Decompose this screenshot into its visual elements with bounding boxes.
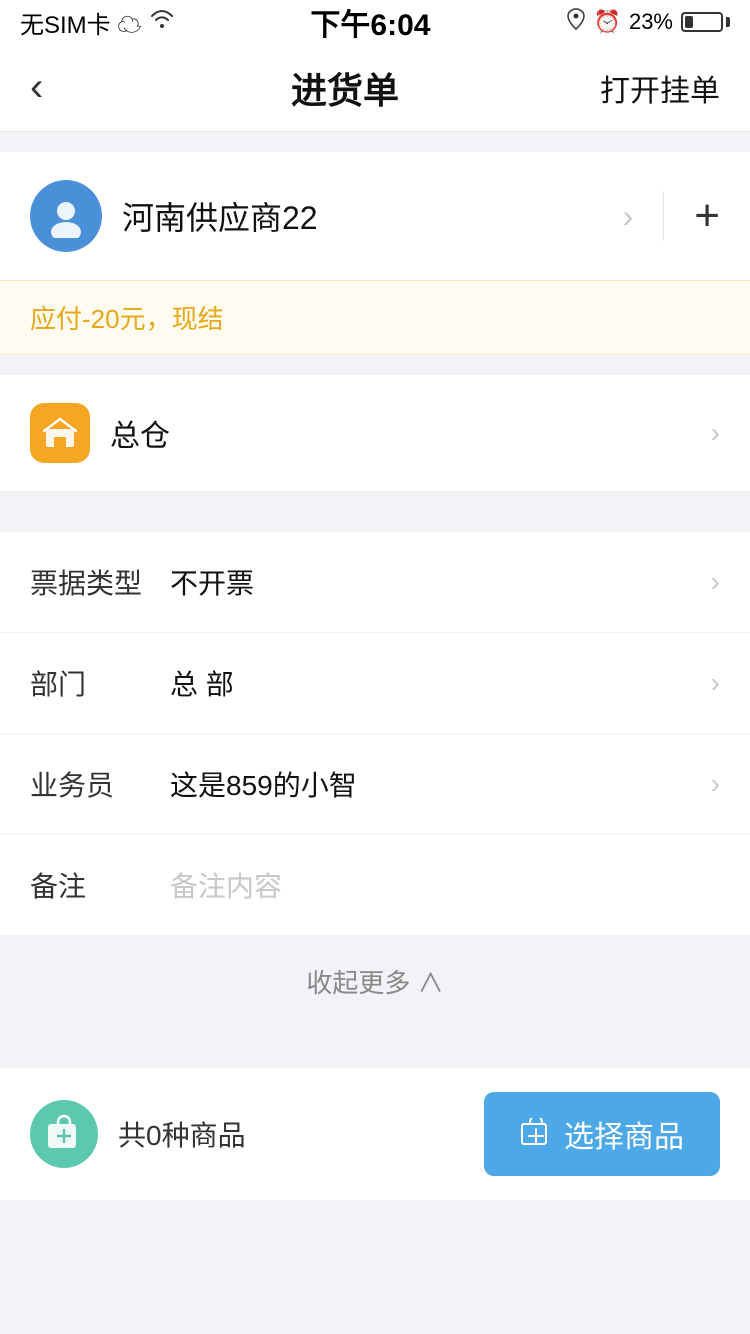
supplier-row[interactable]: 河南供应商22 › + — [0, 152, 750, 280]
invoice-type-row[interactable]: 票据类型 不开票 › — [0, 532, 750, 633]
alarm-icon: ⏰ — [594, 9, 621, 35]
salesperson-row[interactable]: 业务员 这是859的小智 › — [0, 734, 750, 835]
status-bar: 无SIM卡 ☁ 下午6:04 ⏰ 23% — [0, 0, 750, 44]
remark-row[interactable]: 备注 备注内容 — [0, 835, 750, 935]
supplier-chevron-icon: › — [623, 198, 634, 235]
select-product-button[interactable]: 选择商品 — [484, 1092, 720, 1176]
supplier-name: 河南供应商22 — [122, 193, 318, 239]
salesperson-chevron-icon: › — [711, 768, 720, 800]
department-row[interactable]: 部门 总 部 › — [0, 633, 750, 734]
notice-bar: 应付-20元，现结 — [0, 280, 750, 355]
salesperson-label: 业务员 — [30, 764, 170, 804]
status-time: 下午6:04 — [310, 0, 430, 44]
collapse-row[interactable]: 收起更多 ∧ — [0, 935, 750, 1028]
warehouse-section: 总仓 › — [0, 375, 750, 492]
location-icon — [566, 8, 586, 36]
select-product-icon — [520, 1118, 552, 1150]
remark-value: 备注内容 — [170, 865, 720, 905]
battery-icon — [681, 12, 730, 32]
collapse-label: 收起更多 ∧ — [306, 963, 443, 1000]
warehouse-name: 总仓 — [110, 411, 711, 455]
add-supplier-button[interactable]: + — [694, 194, 720, 238]
status-left: 无SIM卡 ☁ — [20, 5, 175, 40]
divider — [663, 191, 664, 241]
form-section: 票据类型 不开票 › 部门 总 部 › 业务员 这是859的小智 › 备注 备注… — [0, 532, 750, 935]
remark-label: 备注 — [30, 865, 170, 905]
warehouse-chevron-icon: › — [711, 417, 720, 449]
warehouse-row[interactable]: 总仓 › — [0, 375, 750, 492]
supplier-avatar — [30, 180, 102, 252]
gap-1 — [0, 132, 750, 152]
department-value: 总 部 — [170, 663, 711, 703]
gap-4 — [0, 1028, 750, 1048]
page-title: 进货单 — [291, 62, 399, 114]
wifi-icon — [149, 9, 175, 35]
invoice-type-value: 不开票 — [170, 562, 711, 602]
bottom-section: 共0种商品 选择商品 — [0, 1068, 750, 1200]
select-product-label: 选择商品 — [564, 1112, 684, 1156]
product-count: 共0种商品 — [118, 1114, 464, 1154]
product-icon — [30, 1100, 98, 1168]
sim-label: 无SIM卡 ☁ — [20, 5, 141, 40]
open-pending-button[interactable]: 打开挂单 — [600, 66, 720, 110]
department-label: 部门 — [30, 663, 170, 703]
nav-bar: ‹ 进货单 打开挂单 — [0, 44, 750, 132]
gap-3 — [0, 492, 750, 512]
supplier-section: 河南供应商22 › + 应付-20元，现结 — [0, 152, 750, 355]
battery-label: 23% — [629, 9, 673, 35]
gap-2 — [0, 355, 750, 375]
status-right: ⏰ 23% — [566, 8, 730, 36]
supplier-info: 河南供应商22 — [30, 180, 623, 252]
back-button[interactable]: ‹ — [30, 65, 90, 110]
invoice-type-chevron-icon: › — [711, 566, 720, 598]
warehouse-icon — [30, 403, 90, 463]
salesperson-value: 这是859的小智 — [170, 764, 711, 804]
invoice-type-label: 票据类型 — [30, 562, 170, 602]
department-chevron-icon: › — [711, 667, 720, 699]
